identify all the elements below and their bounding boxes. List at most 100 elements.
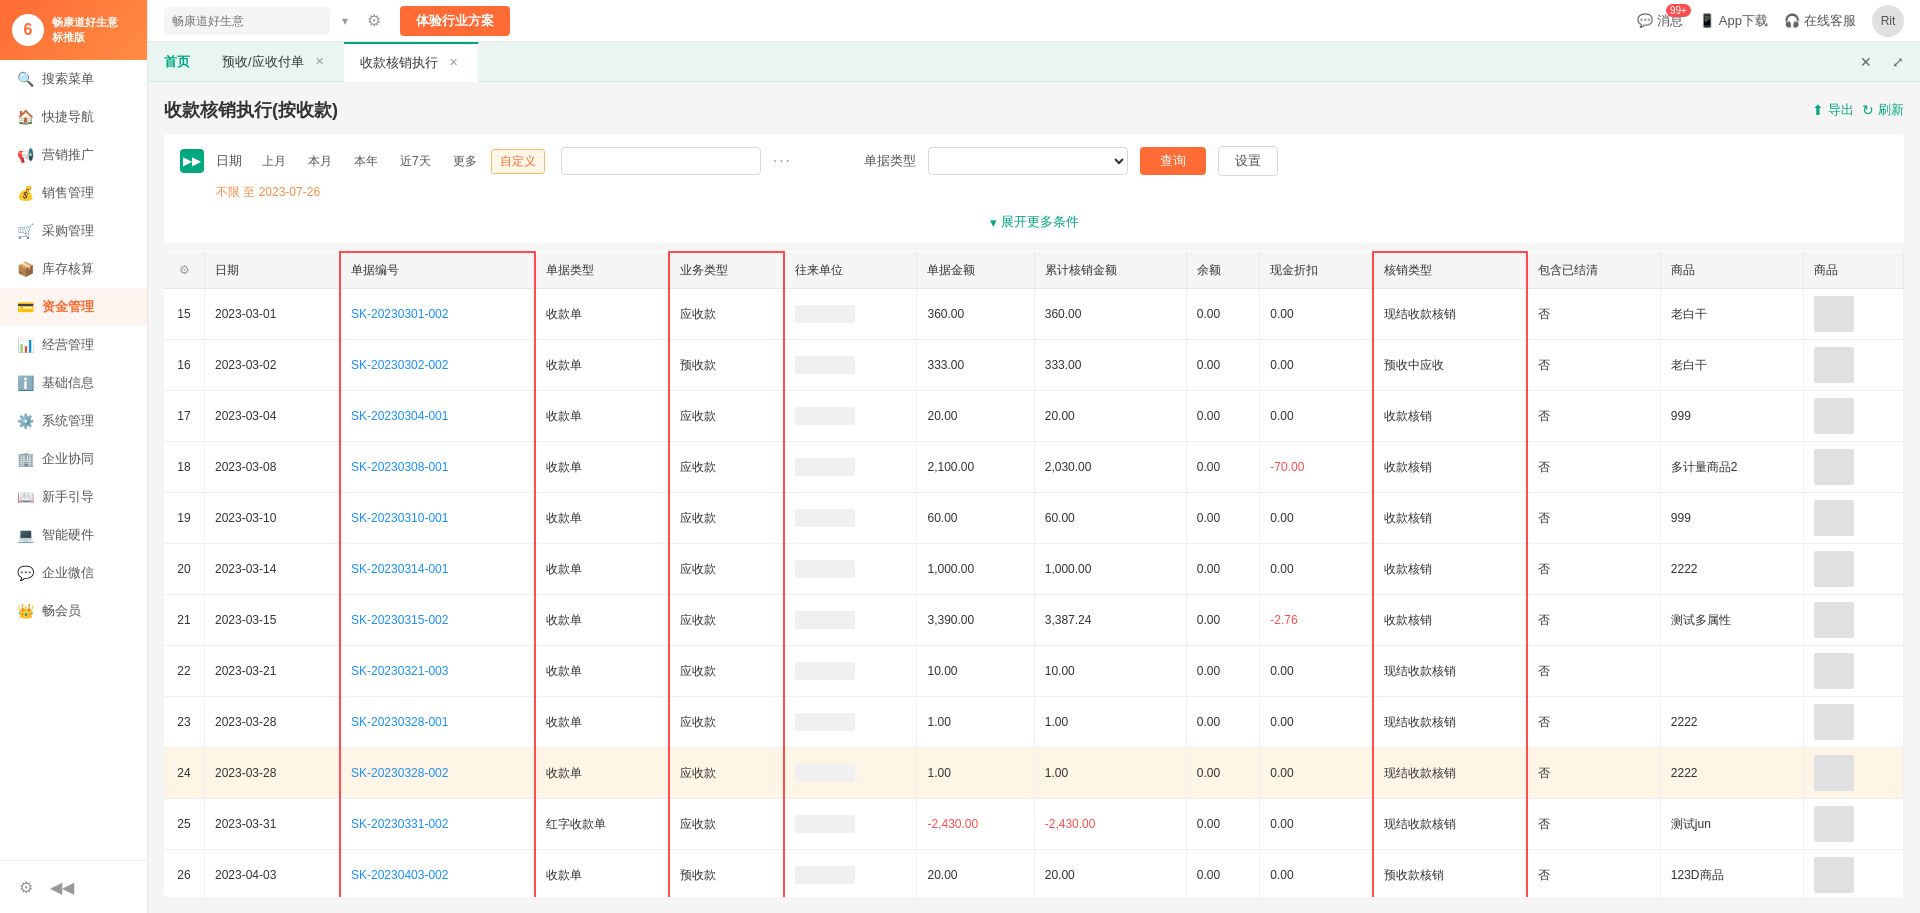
sidebar-item-sales[interactable]: 💰销售管理 <box>0 174 147 212</box>
app-download-link[interactable]: 📱 App下载 <box>1699 12 1768 30</box>
page-title: 收款核销执行(按收款) <box>164 98 338 122</box>
tab-close-collection[interactable]: ✕ <box>446 55 462 71</box>
order-no-link[interactable]: SK-20230331-002 <box>351 817 448 831</box>
sidebar-item-inventory[interactable]: 📦库存核算 <box>0 250 147 288</box>
topbar-nav-input[interactable] <box>172 14 322 28</box>
hardware-icon: 💻 <box>16 526 34 544</box>
cell-partner <box>784 799 917 850</box>
cell-product2 <box>1804 799 1904 850</box>
cell-balance: 0.00 <box>1186 748 1260 799</box>
cell-cancel-type: 现结收款核销 <box>1373 697 1527 748</box>
tab-close-all-button[interactable]: ✕ <box>1852 48 1880 76</box>
customer-service-link[interactable]: 🎧 在线客服 <box>1784 12 1856 30</box>
query-button[interactable]: 查询 <box>1140 147 1206 175</box>
cell-product: 2222 <box>1660 697 1803 748</box>
sidebar-item-finance[interactable]: 💳资金管理 <box>0 288 147 326</box>
sidebar-label-finance: 资金管理 <box>42 298 94 316</box>
order-no-link[interactable]: SK-20230310-001 <box>351 511 448 525</box>
cell-cash-discount: 0.00 <box>1260 493 1374 544</box>
message-badge[interactable]: 💬 消息 99+ <box>1637 12 1683 30</box>
cell-include-settled: 否 <box>1527 544 1660 595</box>
topbar-dropdown-icon[interactable]: ▾ <box>342 14 348 28</box>
sidebar-item-operations[interactable]: 📊经营管理 <box>0 326 147 364</box>
table-row: 23 2023-03-28 SK-20230328-001 收款单 应收款 1.… <box>164 697 1904 748</box>
tab-close-receivable[interactable]: ✕ <box>312 54 328 70</box>
last-7days-btn[interactable]: 近7天 <box>392 150 439 173</box>
custom-date-btn[interactable]: 自定义 <box>491 149 545 174</box>
partner-value <box>795 713 855 731</box>
tab-collection[interactable]: 收款核销执行✕ <box>344 42 478 82</box>
tab-maximize-button[interactable]: ⤢ <box>1884 48 1912 76</box>
more-dates-btn[interactable]: 更多 <box>445 150 485 173</box>
sidebar-gear-button[interactable]: ⚙ <box>12 873 40 901</box>
sidebar-item-marketing[interactable]: 📢营销推广 <box>0 136 147 174</box>
this-year-btn[interactable]: 本年 <box>346 150 386 173</box>
order-no-link[interactable]: SK-20230304-001 <box>351 409 448 423</box>
sidebar-item-basic-info[interactable]: ℹ️基础信息 <box>0 364 147 402</box>
order-no-link[interactable]: SK-20230301-002 <box>351 307 448 321</box>
order-no-link[interactable]: SK-20230314-001 <box>351 562 448 576</box>
sidebar-label-quick-nav: 快捷导航 <box>42 108 94 126</box>
cell-order-type: 收款单 <box>535 340 669 391</box>
this-month-btn[interactable]: 本月 <box>300 150 340 173</box>
cell-include-settled: 否 <box>1527 595 1660 646</box>
cell-amount: -2,430.00 <box>917 799 1034 850</box>
cell-amount: 20.00 <box>917 391 1034 442</box>
cell-product: 123D商品 <box>1660 850 1803 898</box>
sidebar-collapse-button[interactable]: ◀◀ <box>48 873 76 901</box>
tab-receivable[interactable]: 预收/应收付单✕ <box>206 42 344 82</box>
th-settings[interactable]: ⚙ <box>164 252 205 289</box>
user-avatar[interactable]: Rit <box>1872 5 1904 37</box>
order-no-link[interactable]: SK-20230328-001 <box>351 715 448 729</box>
sidebar-item-guide[interactable]: 📖新手引导 <box>0 478 147 516</box>
sidebar-menu: 🔍搜索菜单🏠快捷导航📢营销推广💰销售管理🛒采购管理📦库存核算💳资金管理📊经营管理… <box>0 60 147 860</box>
cell-biz-type: 应收款 <box>669 595 783 646</box>
cell-order-no: SK-20230310-001 <box>340 493 535 544</box>
partner-filter-input[interactable] <box>561 147 761 175</box>
export-icon: ⬆ <box>1812 102 1824 118</box>
order-type-select[interactable] <box>928 147 1128 175</box>
order-no-link[interactable]: SK-20230315-002 <box>351 613 448 627</box>
industry-plan-button[interactable]: 体验行业方案 <box>400 6 510 36</box>
cell-cancel-type: 收款核销 <box>1373 391 1527 442</box>
expand-conditions-button[interactable]: ▾ 展开更多条件 <box>990 213 1079 231</box>
cell-include-settled: 否 <box>1527 493 1660 544</box>
export-button[interactable]: ⬆ 导出 <box>1812 101 1854 119</box>
order-no-link[interactable]: SK-20230302-002 <box>351 358 448 372</box>
enterprise-icon: 🏢 <box>16 450 34 468</box>
tab-home[interactable]: 首页 <box>148 42 206 82</box>
cell-cash-discount: 0.00 <box>1260 697 1374 748</box>
cell-order-no: SK-20230308-001 <box>340 442 535 493</box>
filter-toggle-button[interactable]: ▶▶ <box>180 149 204 173</box>
order-no-link[interactable]: SK-20230328-002 <box>351 766 448 780</box>
table-row: 16 2023-03-02 SK-20230302-002 收款单 预收款 33… <box>164 340 1904 391</box>
refresh-button[interactable]: ↻ 刷新 <box>1862 101 1904 119</box>
last-month-btn[interactable]: 上月 <box>254 150 294 173</box>
sidebar-item-purchase[interactable]: 🛒采购管理 <box>0 212 147 250</box>
cell-balance: 0.00 <box>1186 493 1260 544</box>
sidebar-item-wechat[interactable]: 💬企业微信 <box>0 554 147 592</box>
sidebar-logo: 6 畅康道好生意 标推版 <box>0 0 147 60</box>
sidebar-item-hardware[interactable]: 💻智能硬件 <box>0 516 147 554</box>
cell-biz-type: 应收款 <box>669 799 783 850</box>
cell-order-type: 收款单 <box>535 646 669 697</box>
partner-filter-dots[interactable]: ··· <box>773 152 792 170</box>
cell-biz-type: 应收款 <box>669 544 783 595</box>
sidebar-label-wechat: 企业微信 <box>42 564 94 582</box>
topbar-gear-button[interactable]: ⚙ <box>360 7 388 35</box>
filter-settings-button[interactable]: 设置 <box>1218 146 1278 176</box>
sidebar-item-enterprise[interactable]: 🏢企业协同 <box>0 440 147 478</box>
cell-product2 <box>1804 493 1904 544</box>
sidebar-item-search[interactable]: 🔍搜索菜单 <box>0 60 147 98</box>
sidebar-item-system[interactable]: ⚙️系统管理 <box>0 402 147 440</box>
order-no-link[interactable]: SK-20230308-001 <box>351 460 448 474</box>
cell-order-type: 收款单 <box>535 595 669 646</box>
cell-no: 17 <box>164 391 205 442</box>
cell-biz-type: 应收款 <box>669 646 783 697</box>
column-settings-icon[interactable]: ⚙ <box>174 260 194 280</box>
order-no-link[interactable]: SK-20230403-002 <box>351 868 448 882</box>
sidebar-item-member[interactable]: 👑畅会员 <box>0 592 147 630</box>
order-no-link[interactable]: SK-20230321-003 <box>351 664 448 678</box>
sidebar-item-quick-nav[interactable]: 🏠快捷导航 <box>0 98 147 136</box>
cell-partner <box>784 544 917 595</box>
